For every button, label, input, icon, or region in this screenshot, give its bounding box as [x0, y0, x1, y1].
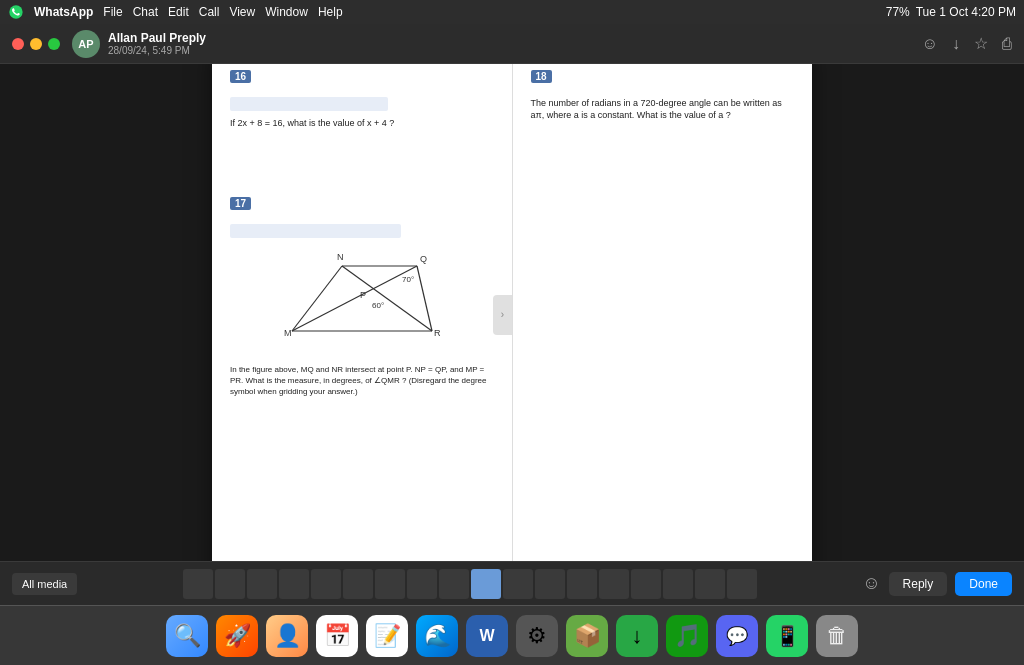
dock-edge[interactable]: 🌊: [416, 615, 458, 657]
dock-word[interactable]: W: [466, 615, 508, 657]
maximize-button[interactable]: [48, 38, 60, 50]
svg-point-0: [9, 5, 22, 18]
chat-area: 16 If 2x + 8 = 16, what is the value of …: [0, 64, 1024, 565]
toolbar-right: ☺ Reply Done: [862, 572, 1012, 596]
menubar-help[interactable]: Help: [318, 5, 343, 19]
toolbar-center: [183, 569, 757, 599]
dock-trash[interactable]: 🗑: [816, 615, 858, 657]
page-side-handle[interactable]: ›: [493, 295, 513, 335]
q16-text: If 2x + 8 = 16, what is the value of x +…: [230, 117, 494, 130]
dock-launchpad[interactable]: 🚀: [216, 615, 258, 657]
thumbnail-5[interactable]: [311, 569, 341, 599]
thumbnail-9[interactable]: [439, 569, 469, 599]
geometry-figure: N Q P M R 70° 60°: [230, 246, 494, 356]
q16-header: 16: [230, 70, 494, 89]
q17-highlight: [230, 224, 401, 238]
user-name: Allan Paul Preply: [108, 31, 206, 45]
dock-unknown2[interactable]: 📦: [566, 615, 608, 657]
thumbnail-1[interactable]: [183, 569, 213, 599]
q17-text: In the figure above, MQ and NR intersect…: [230, 364, 494, 398]
menubar-battery: 77%: [886, 5, 910, 19]
svg-text:Q: Q: [420, 254, 427, 264]
svg-text:N: N: [337, 252, 344, 262]
svg-text:R: R: [434, 328, 441, 338]
reply-button[interactable]: Reply: [889, 572, 948, 596]
q16-highlight: [230, 97, 388, 111]
dock-finder[interactable]: 🔍: [166, 615, 208, 657]
titlebar-actions: ☺ ↓ ☆ ⎙: [922, 34, 1012, 53]
all-media-button[interactable]: All media: [12, 573, 77, 595]
dock: 🔍 🚀 👤 📅 📝 🌊 W ⚙ 📦 ↓ 🎵 💬 📱 🗑: [0, 605, 1024, 665]
thumbnail-4[interactable]: [279, 569, 309, 599]
user-details: Allan Paul Preply 28/09/24, 5:49 PM: [108, 31, 206, 56]
menubar-time: Tue 1 Oct 4:20 PM: [916, 5, 1016, 19]
thumbnail-14[interactable]: [599, 569, 629, 599]
dock-calendar[interactable]: 📅: [316, 615, 358, 657]
thumbnail-12[interactable]: [535, 569, 565, 599]
q16-badge: 16: [230, 70, 251, 83]
thumbnail-3[interactable]: [247, 569, 277, 599]
q18-text: The number of radians in a 720-degree an…: [531, 97, 795, 122]
download-icon[interactable]: ↓: [952, 35, 960, 53]
menubar-right: 77% Tue 1 Oct 4:20 PM: [886, 5, 1016, 19]
dock-unknown1[interactable]: ⚙: [516, 615, 558, 657]
thumbnail-8[interactable]: [407, 569, 437, 599]
done-button[interactable]: Done: [955, 572, 1012, 596]
emoji-icon[interactable]: ☺: [922, 35, 938, 53]
avatar: AP: [72, 30, 100, 58]
whatsapp-icon: [8, 4, 24, 20]
dock-spotify[interactable]: 🎵: [666, 615, 708, 657]
thumbnail-10[interactable]: [471, 569, 501, 599]
menubar-chat[interactable]: Chat: [133, 5, 158, 19]
thumbnail-6[interactable]: [343, 569, 373, 599]
menubar-edit[interactable]: Edit: [168, 5, 189, 19]
emoji-button[interactable]: ☺: [862, 573, 880, 594]
titlebar: AP Allan Paul Preply 28/09/24, 5:49 PM ☺…: [0, 24, 1024, 64]
dock-contacts[interactable]: 👤: [266, 615, 308, 657]
menubar-call[interactable]: Call: [199, 5, 220, 19]
minimize-button[interactable]: [30, 38, 42, 50]
thumbnail-2[interactable]: [215, 569, 245, 599]
q18-header: 18: [531, 70, 795, 89]
thumbnail-17[interactable]: [695, 569, 725, 599]
doc-page-left: 16 If 2x + 8 = 16, what is the value of …: [212, 64, 513, 565]
user-time: 28/09/24, 5:49 PM: [108, 45, 206, 56]
thumbnail-16[interactable]: [663, 569, 693, 599]
star-icon[interactable]: ☆: [974, 34, 988, 53]
menubar-left: WhatsApp File Chat Edit Call View Window…: [8, 4, 343, 20]
thumbnail-18[interactable]: [727, 569, 757, 599]
thumbnail-15[interactable]: [631, 569, 661, 599]
q17-header: 17: [230, 197, 494, 216]
traffic-lights: [12, 38, 60, 50]
thumbnail-13[interactable]: [567, 569, 597, 599]
dock-whatsapp[interactable]: 📱: [766, 615, 808, 657]
thumbnail-11[interactable]: [503, 569, 533, 599]
spacer1: [230, 137, 494, 197]
dock-unknown3[interactable]: ↓: [616, 615, 658, 657]
svg-text:P: P: [360, 290, 366, 300]
svg-text:60°: 60°: [372, 301, 384, 310]
thumbnail-7[interactable]: [375, 569, 405, 599]
share-icon[interactable]: ⎙: [1002, 35, 1012, 53]
q18-badge: 18: [531, 70, 552, 83]
document-viewer: 16 If 2x + 8 = 16, what is the value of …: [212, 64, 812, 565]
q17-badge: 17: [230, 197, 251, 210]
doc-page-right: 18 The number of radians in a 720-degree…: [513, 64, 813, 565]
menubar-appname: WhatsApp: [34, 5, 93, 19]
svg-text:M: M: [284, 328, 292, 338]
svg-line-3: [292, 266, 342, 331]
menubar: WhatsApp File Chat Edit Call View Window…: [0, 0, 1024, 24]
menubar-view[interactable]: View: [229, 5, 255, 19]
bottom-toolbar: All media ☺ Reply Done: [0, 561, 1024, 605]
menubar-window[interactable]: Window: [265, 5, 308, 19]
close-button[interactable]: [12, 38, 24, 50]
menubar-file[interactable]: File: [103, 5, 122, 19]
toolbar-left: All media: [12, 573, 77, 595]
svg-text:70°: 70°: [402, 275, 414, 284]
dock-discord[interactable]: 💬: [716, 615, 758, 657]
dock-reminders[interactable]: 📝: [366, 615, 408, 657]
user-info: AP Allan Paul Preply 28/09/24, 5:49 PM: [72, 30, 206, 58]
